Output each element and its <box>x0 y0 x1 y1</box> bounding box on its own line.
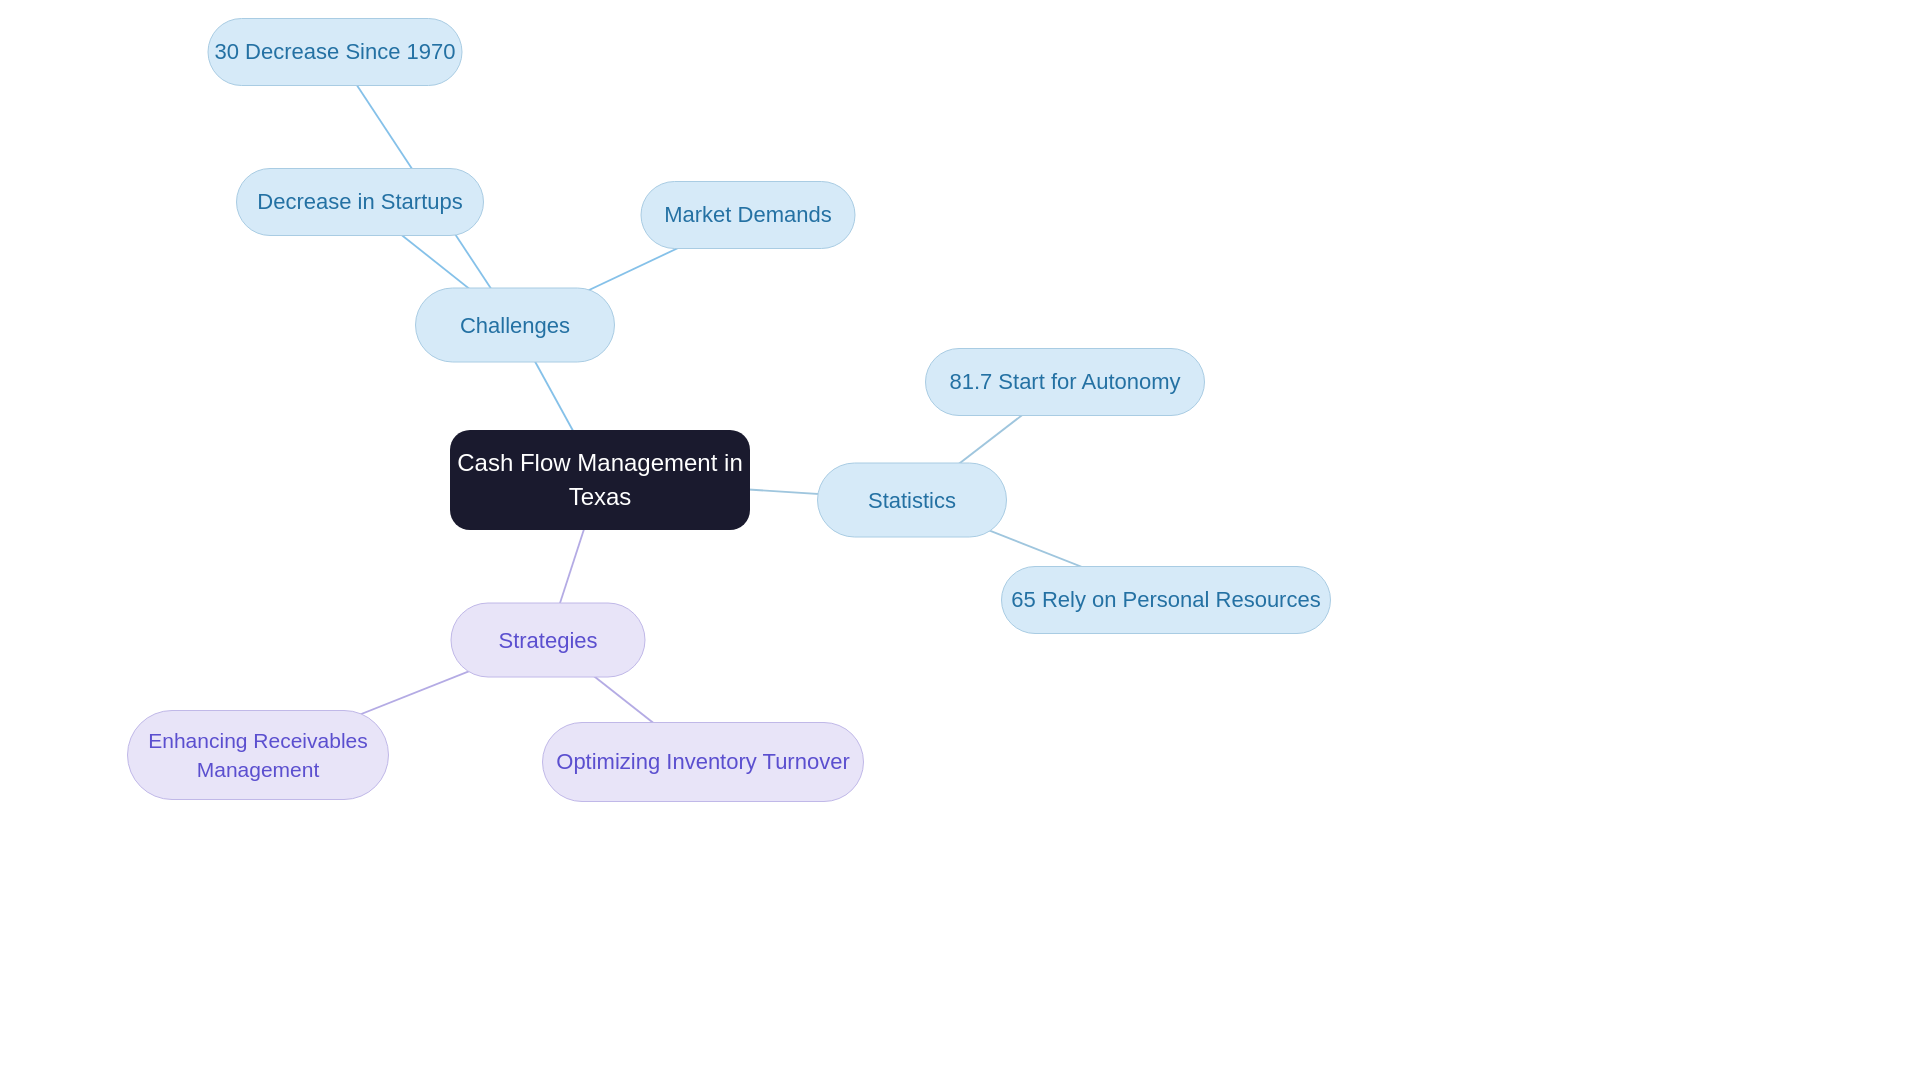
decrease-startups-label: Decrease in Startups <box>257 189 462 215</box>
personal-resources-node[interactable]: 65 Rely on Personal Resources <box>1001 566 1331 634</box>
decrease-since-1970-label: 30 Decrease Since 1970 <box>215 39 456 65</box>
start-autonomy-node[interactable]: 81.7 Start for Autonomy <box>925 348 1205 416</box>
optimizing-inventory-node[interactable]: Optimizing Inventory Turnover <box>542 722 864 802</box>
market-demands-node[interactable]: Market Demands <box>641 181 856 249</box>
decrease-startups-node[interactable]: Decrease in Startups <box>236 168 484 236</box>
center-node[interactable]: Cash Flow Management in Texas <box>450 430 750 530</box>
center-label: Cash Flow Management in Texas <box>457 446 742 513</box>
optimizing-inventory-label: Optimizing Inventory Turnover <box>556 749 849 775</box>
personal-resources-label: 65 Rely on Personal Resources <box>1011 587 1320 613</box>
market-demands-label: Market Demands <box>664 202 832 228</box>
enhancing-receivables-node[interactable]: Enhancing ReceivablesManagement <box>127 710 389 800</box>
start-autonomy-label: 81.7 Start for Autonomy <box>949 369 1180 395</box>
challenges-label: Challenges <box>460 312 570 338</box>
statistics-label: Statistics <box>868 487 956 513</box>
challenges-node[interactable]: Challenges <box>415 288 615 363</box>
enhancing-receivables-label: Enhancing ReceivablesManagement <box>148 726 367 785</box>
statistics-node[interactable]: Statistics <box>817 463 1007 538</box>
decrease-since-1970-node[interactable]: 30 Decrease Since 1970 <box>208 18 463 86</box>
strategies-node[interactable]: Strategies <box>451 603 646 678</box>
strategies-label: Strategies <box>498 627 597 653</box>
